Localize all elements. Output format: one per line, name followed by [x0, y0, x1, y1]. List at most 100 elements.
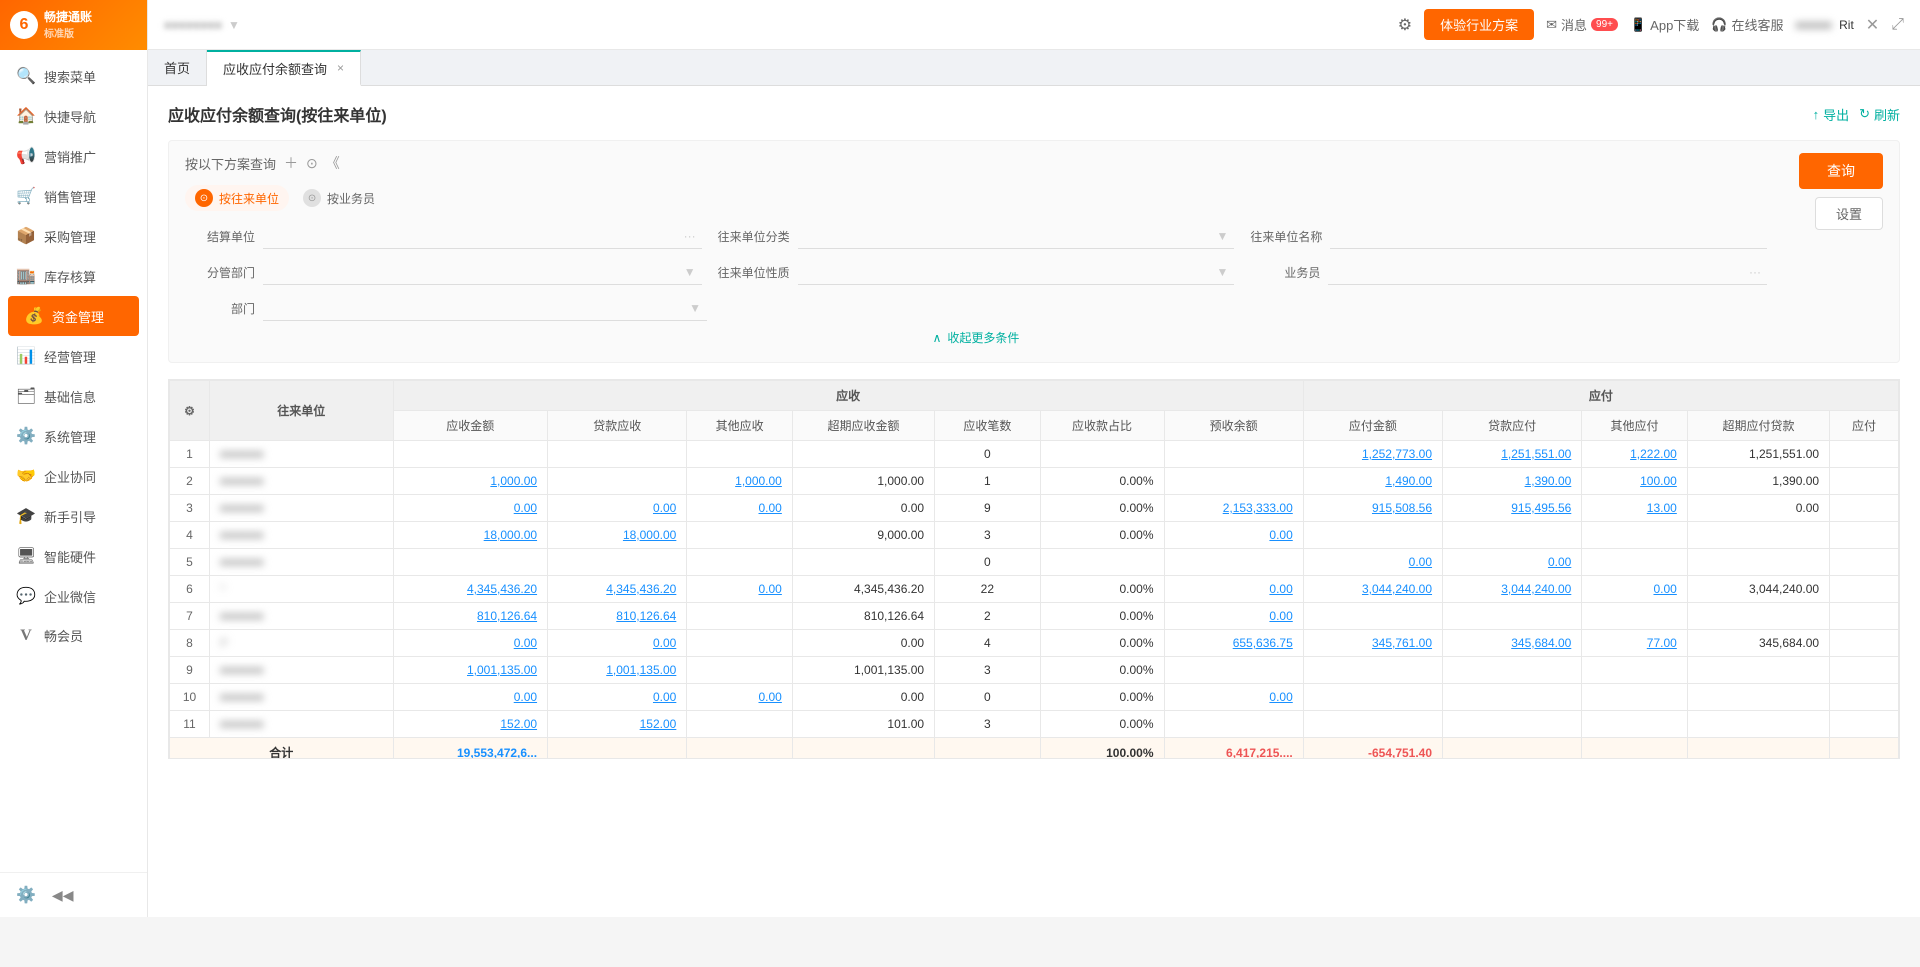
row-index: 1: [170, 441, 210, 468]
sidebar-item-basic-info[interactable]: 🗂 基础信息: [0, 376, 147, 416]
filter-field-partner-nature: 往来单位性质 ▼: [718, 259, 1235, 285]
member-icon: V: [16, 627, 36, 645]
col-ap-group-header: 应付: [1303, 381, 1898, 411]
filter-tab-by-salesman[interactable]: ⊙ 按业务员: [293, 185, 385, 211]
row-index: 7: [170, 603, 210, 630]
messages-button[interactable]: ✉ 消息 99+: [1546, 15, 1618, 34]
sidebar-item-operation[interactable]: 📊 经营管理: [0, 336, 147, 376]
chevron-down-icon4: ▼: [689, 301, 701, 315]
tab-ar-ap-query[interactable]: 应收应付余额查询 ×: [207, 50, 361, 86]
partner-name-input[interactable]: [1330, 223, 1767, 249]
filter-field-partner-category: 往来单位分类 ▼: [718, 223, 1235, 249]
settlement-unit-dots: ···: [684, 229, 696, 243]
sidebar-item-system[interactable]: ⚙️ 系统管理: [0, 416, 147, 456]
breadcrumb: ■■■■■■■■ ▼: [164, 18, 1386, 32]
topbar: ■■■■■■■■ ▼ ⚙ 体验行业方案 ✉ 消息 99+ 📱 App下载 🎧 在…: [148, 0, 1920, 50]
sidebar-collapse-icon[interactable]: ◀◀: [52, 887, 74, 904]
row-index: 3: [170, 495, 210, 522]
sidebar-item-search-menu[interactable]: 🔍 搜索菜单: [0, 56, 147, 96]
filter-row-3: 部门 ▼: [185, 295, 1767, 321]
purchase-icon: 📦: [16, 226, 36, 246]
sidebar-item-enterprise[interactable]: 🤝 企业协同: [0, 456, 147, 496]
trial-industry-button[interactable]: 体验行业方案: [1424, 9, 1534, 40]
filter-tab-by-partner[interactable]: ⊙ 按往来单位: [185, 185, 289, 211]
table-row: 3 ■■■■■■ 0.00 0.00 0.00 0.00 9 0.00% 2,1…: [170, 495, 1899, 522]
enterprise-icon: 🤝: [16, 466, 36, 486]
settlement-unit-label: 结算单位: [185, 228, 255, 245]
refresh-button[interactable]: ↻ 刷新: [1859, 105, 1900, 124]
sidebar-item-finance[interactable]: 💰 资金管理: [8, 296, 139, 336]
filter-add-icon[interactable]: ＋: [284, 153, 298, 173]
total-ap-other: [1582, 738, 1688, 760]
row-partner: ■■■■■■: [210, 657, 394, 684]
collapse-more-conditions-button[interactable]: ∧ 收起更多条件: [185, 325, 1767, 350]
query-button[interactable]: 查询: [1799, 153, 1883, 189]
row-partner: ■■■■■■: [210, 495, 394, 522]
table-settings-icon[interactable]: ⚙: [184, 404, 195, 418]
table-row: 9 ■■■■■■ 1,001,135.00 1,001,135.00 1,001…: [170, 657, 1899, 684]
filter-row-2: 分管部门 ▼ 往来单位性质: [185, 259, 1767, 285]
sidebar-item-quick-nav[interactable]: 🏠 快捷导航: [0, 96, 147, 136]
salesman-dots: ···: [1749, 265, 1761, 279]
settings-button[interactable]: 设置: [1815, 197, 1883, 230]
export-button[interactable]: ↑ 导出: [1813, 105, 1850, 124]
table-wrapper: ⚙ 往来单位 应收 应付 应收金额 贷款应收 其他应收 超期应收金额 应收笔数: [168, 379, 1900, 759]
sidebar-label-smart-hw: 智能硬件: [44, 547, 96, 566]
sidebar-label-inventory: 库存核算: [44, 267, 96, 286]
sidebar-settings-icon[interactable]: ⚙️: [16, 885, 36, 905]
finance-icon: 💰: [24, 306, 44, 326]
col-ar-loan: 贷款应收: [548, 411, 687, 441]
table-sub-header: 应收金额 贷款应收 其他应收 超期应收金额 应收笔数 应收款占比 预收余额 应付…: [170, 411, 1899, 441]
tab-ar-ap-label: 应收应付余额查询: [223, 59, 327, 78]
tab-close-icon[interactable]: ×: [337, 61, 344, 75]
operation-icon: 📊: [16, 346, 36, 366]
marketing-icon: 📢: [16, 146, 36, 166]
col-ap-more: 应付: [1830, 411, 1899, 441]
sidebar-item-purchase[interactable]: 📦 采购管理: [0, 216, 147, 256]
total-ap-overdue: [1687, 738, 1829, 760]
page-title: 应收应付余额查询(按往来单位): [168, 102, 387, 126]
window-maximize-icon[interactable]: ⤢: [1891, 16, 1904, 34]
row-index: 5: [170, 549, 210, 576]
manage-dept-select[interactable]: ▼: [263, 259, 702, 285]
filter-collapse-icon[interactable]: 《: [326, 153, 340, 173]
row-index: 9: [170, 657, 210, 684]
service-icon: 🎧: [1711, 17, 1727, 33]
table-total-row: 合计 19,553,472,6... 100.00% 6,417,215....…: [170, 738, 1899, 760]
sidebar-item-sales[interactable]: 🛒 销售管理: [0, 176, 147, 216]
sidebar-item-wechat[interactable]: 💬 企业微信: [0, 576, 147, 616]
partner-nature-select[interactable]: ▼: [798, 259, 1235, 285]
filter-settings-icon[interactable]: ⊙: [306, 155, 318, 172]
sidebar-label-guide: 新手引导: [44, 507, 96, 526]
partner-category-select[interactable]: ▼: [798, 223, 1235, 249]
gear-icon[interactable]: ⚙: [1398, 15, 1412, 35]
dept-select[interactable]: ▼: [263, 295, 707, 321]
sidebar-label-system: 系统管理: [44, 427, 96, 446]
salesman-label: 业务员: [1250, 264, 1320, 281]
filter-label: 按以下方案查询: [185, 154, 276, 173]
sidebar-item-marketing[interactable]: 📢 营销推广: [0, 136, 147, 176]
export-icon: ↑: [1813, 107, 1820, 122]
sidebar-label-enterprise: 企业协同: [44, 467, 96, 486]
filter-field-manage-dept: 分管部门 ▼: [185, 259, 702, 285]
app-download-button[interactable]: 📱 App下载: [1630, 15, 1699, 34]
window-close-icon[interactable]: ✕: [1866, 15, 1879, 35]
user-menu[interactable]: ■■■■■ Rit: [1796, 18, 1854, 32]
col-ar-prepay: 预收余额: [1164, 411, 1303, 441]
col-ap-loan: 贷款应付: [1443, 411, 1582, 441]
sidebar-item-guide[interactable]: 🎓 新手引导: [0, 496, 147, 536]
sidebar-item-member[interactable]: V 畅会员: [0, 616, 147, 655]
page-inner: 应收应付余额查询(按往来单位) ↑ 导出 ↻ 刷新: [148, 86, 1920, 775]
salesman-input[interactable]: ···: [1328, 259, 1767, 285]
online-service-button[interactable]: 🎧 在线客服: [1711, 15, 1783, 34]
sidebar-item-smart-hw[interactable]: 🖥 智能硬件: [0, 536, 147, 576]
row-partner: ■■■■■■: [210, 468, 394, 495]
sidebar-item-inventory[interactable]: 🏬 库存核算: [0, 256, 147, 296]
settlement-unit-input[interactable]: ···: [263, 223, 702, 249]
row-partner: ■■■■■■: [210, 684, 394, 711]
table-row: 11 ■■■■■■ 152.00 152.00 101.00 3 0.00%: [170, 711, 1899, 738]
tab-home[interactable]: 首页: [148, 50, 207, 85]
table-settings-cell[interactable]: ⚙: [170, 381, 210, 441]
data-table: ⚙ 往来单位 应收 应付 应收金额 贷款应收 其他应收 超期应收金额 应收笔数: [169, 380, 1899, 759]
user-name: Rit: [1839, 18, 1854, 32]
